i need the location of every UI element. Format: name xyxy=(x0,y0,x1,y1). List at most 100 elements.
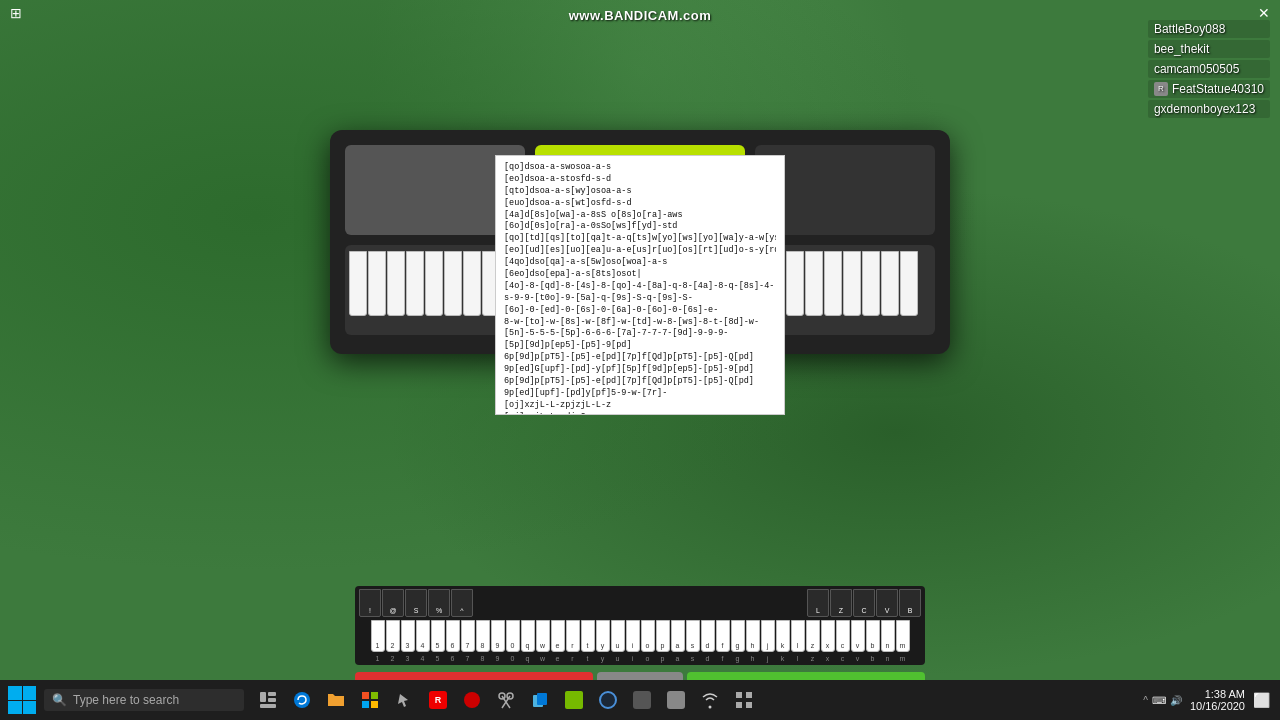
svg-rect-2 xyxy=(268,698,276,702)
key-f[interactable]: f xyxy=(716,620,730,652)
key-g[interactable]: g xyxy=(731,620,745,652)
task-view-icon[interactable] xyxy=(252,684,284,716)
key-j[interactable]: j xyxy=(761,620,775,652)
white-key-5[interactable] xyxy=(425,251,443,316)
network-icon[interactable] xyxy=(694,684,726,716)
files-icon[interactable] xyxy=(524,684,556,716)
taskbar-time[interactable]: 1:38 AM 10/16/2020 xyxy=(1190,688,1245,712)
windows-logo[interactable] xyxy=(8,686,36,714)
key-w[interactable]: w xyxy=(536,620,550,652)
white-key-28[interactable] xyxy=(862,251,880,316)
white-key-6[interactable] xyxy=(444,251,462,316)
white-key-24[interactable] xyxy=(786,251,804,316)
sheet-overlay[interactable]: [qo]dsoa-a-swosoa-a-s[eo]dsoa-a-stosfd-s… xyxy=(495,155,785,415)
special-key-2[interactable]: @ xyxy=(382,589,404,617)
steam-icon[interactable] xyxy=(592,684,624,716)
key-x[interactable]: x xyxy=(821,620,835,652)
key-h[interactable]: h xyxy=(746,620,760,652)
key-z[interactable]: z xyxy=(806,620,820,652)
white-key-25[interactable] xyxy=(805,251,823,316)
right-key-Z[interactable]: Z xyxy=(830,589,852,617)
white-key-3[interactable] xyxy=(387,251,405,316)
volume-icon[interactable]: 🔊 xyxy=(1170,695,1182,706)
key-label-a: a xyxy=(671,655,685,662)
sheet-line: [aj]xzjL-L-rdjzCx-z-x xyxy=(504,412,776,415)
key-y[interactable]: y xyxy=(596,620,610,652)
taskbar-start xyxy=(0,686,44,714)
key-0[interactable]: 0 xyxy=(506,620,520,652)
key-p[interactable]: p xyxy=(656,620,670,652)
key-s[interactable]: s xyxy=(686,620,700,652)
key-d[interactable]: d xyxy=(701,620,715,652)
white-key-30[interactable] xyxy=(900,251,918,316)
sheet-line: 9p[ed][upf]-[pd]y[pf]5-9-w-[7r]- xyxy=(504,388,776,400)
camera-icon[interactable] xyxy=(626,684,658,716)
white-key-26[interactable] xyxy=(824,251,842,316)
right-key-B[interactable]: B xyxy=(899,589,921,617)
key-c[interactable]: c xyxy=(836,620,850,652)
special-key-5[interactable]: ^ xyxy=(451,589,473,617)
edge-icon[interactable] xyxy=(286,684,318,716)
key-2[interactable]: 2 xyxy=(386,620,400,652)
special-key-3[interactable]: S xyxy=(405,589,427,617)
key-n[interactable]: n xyxy=(881,620,895,652)
key-7[interactable]: 7 xyxy=(461,620,475,652)
key-v[interactable]: v xyxy=(851,620,865,652)
white-key-29[interactable] xyxy=(881,251,899,316)
key-label-m: m xyxy=(896,655,910,662)
svg-rect-3 xyxy=(260,704,276,708)
right-key-C[interactable]: C xyxy=(853,589,875,617)
special-key-4[interactable]: % xyxy=(428,589,450,617)
key-l[interactable]: l xyxy=(791,620,805,652)
key-a[interactable]: a xyxy=(671,620,685,652)
key-r[interactable]: r xyxy=(566,620,580,652)
notification-icon[interactable]: ⬜ xyxy=(1253,692,1270,708)
extra-icon[interactable] xyxy=(660,684,692,716)
right-key-L[interactable]: L xyxy=(807,589,829,617)
right-special-keys: L Z C V B xyxy=(807,589,921,617)
key-q[interactable]: q xyxy=(521,620,535,652)
key-k[interactable]: k xyxy=(776,620,790,652)
key-3[interactable]: 3 xyxy=(401,620,415,652)
key-label-r: r xyxy=(566,655,580,662)
right-key-V[interactable]: V xyxy=(876,589,898,617)
key-6[interactable]: 6 xyxy=(446,620,460,652)
close-icon[interactable]: ✕ xyxy=(1258,5,1270,21)
key-m[interactable]: m xyxy=(896,620,910,652)
white-key-27[interactable] xyxy=(843,251,861,316)
key-i[interactable]: i xyxy=(626,620,640,652)
key-b[interactable]: b xyxy=(866,620,880,652)
svg-point-15 xyxy=(709,706,712,709)
key-t[interactable]: t xyxy=(581,620,595,652)
key-4[interactable]: 4 xyxy=(416,620,430,652)
key-9[interactable]: 9 xyxy=(491,620,505,652)
search-icon: 🔍 xyxy=(52,693,67,707)
white-key-4[interactable] xyxy=(406,251,424,316)
sheet-line: 9p[ed]G[upf]-[pd]-y[pf][5p]f[9d]p[ep5]-[… xyxy=(504,364,776,376)
red-circle-icon[interactable] xyxy=(456,684,488,716)
white-key-2[interactable] xyxy=(368,251,386,316)
key-o[interactable]: o xyxy=(641,620,655,652)
search-input[interactable]: Type here to search xyxy=(73,693,179,707)
taskbar-search[interactable]: 🔍 Type here to search xyxy=(44,689,244,711)
key-1[interactable]: 1 xyxy=(371,620,385,652)
key-u[interactable]: u xyxy=(611,620,625,652)
key-label-e: e xyxy=(551,655,565,662)
key-8[interactable]: 8 xyxy=(476,620,490,652)
key-label-7: 7 xyxy=(461,655,475,662)
apps-icon[interactable] xyxy=(728,684,760,716)
snip-icon[interactable] xyxy=(490,684,522,716)
special-key-1[interactable]: ! xyxy=(359,589,381,617)
white-key-7[interactable] xyxy=(463,251,481,316)
key-5[interactable]: 5 xyxy=(431,620,445,652)
roblox-icon[interactable]: R xyxy=(422,684,454,716)
key-e[interactable]: e xyxy=(551,620,565,652)
file-explorer-icon[interactable] xyxy=(320,684,352,716)
mouse-icon[interactable] xyxy=(388,684,420,716)
white-key-1[interactable] xyxy=(349,251,367,316)
sheet-line: [euo]dsoa-a-s[wt]osfd-s-d xyxy=(504,198,776,210)
nvidia-icon[interactable] xyxy=(558,684,590,716)
svg-rect-5 xyxy=(362,692,369,699)
chevron-up-icon[interactable]: ^ xyxy=(1143,695,1148,706)
store-icon[interactable] xyxy=(354,684,386,716)
